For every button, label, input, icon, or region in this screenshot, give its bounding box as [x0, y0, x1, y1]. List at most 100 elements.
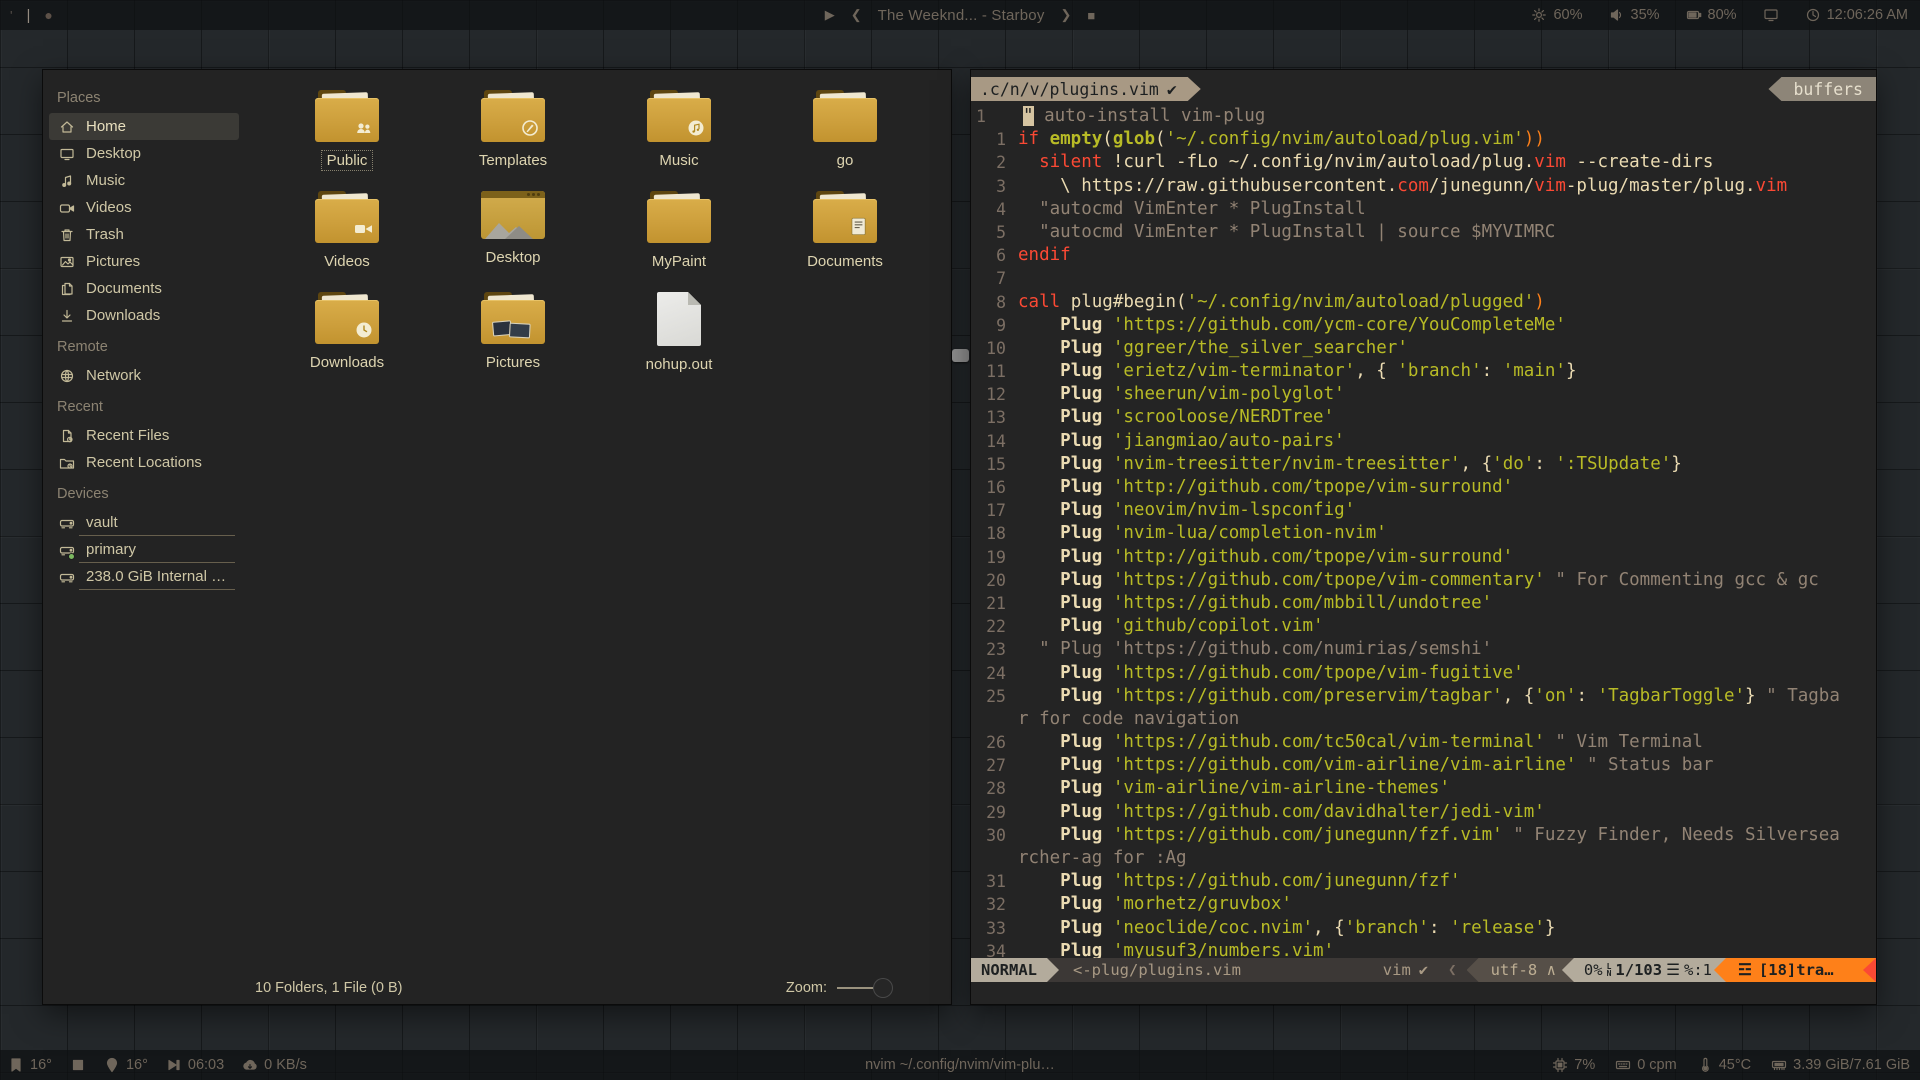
- sidebar-item-vault[interactable]: vault: [49, 509, 239, 536]
- file-label: Desktop: [480, 248, 545, 267]
- file-videos[interactable]: Videos: [267, 191, 427, 292]
- editor-line: rcher-ag for :Ag: [971, 847, 1876, 870]
- whitespace-warning: ☲ [18]tra…: [1714, 958, 1876, 982]
- previous-track-icon[interactable]: ❮: [851, 7, 862, 23]
- file-label: Templates: [474, 151, 552, 170]
- filetype-label: vim: [1383, 961, 1411, 979]
- mountains-icon: [481, 217, 545, 239]
- file-documents[interactable]: Documents: [765, 191, 925, 292]
- file-icon: [657, 292, 701, 346]
- line-number: 23: [971, 638, 1006, 661]
- volume-icon: [1609, 7, 1625, 23]
- sidebar-item-trash[interactable]: Trash: [49, 221, 239, 248]
- editor-line: 17 Plug 'neovim/nvim-lspconfig': [971, 499, 1876, 522]
- line-code: \ https://raw.githubusercontent.com/june…: [1006, 175, 1787, 198]
- stop-icon[interactable]: ■: [1087, 8, 1095, 23]
- sidebar-item-238-0-gib-internal-dr[interactable]: 238.0 GiB Internal Dr…: [49, 563, 239, 590]
- sidebar-item-label: Documents: [86, 280, 162, 297]
- line-number: 6: [971, 244, 1006, 267]
- music-icon: [59, 173, 75, 189]
- line-code: Plug 'myusuf3/numbers.vim': [1006, 940, 1334, 958]
- buffers-tab[interactable]: buffers: [1768, 77, 1876, 101]
- typing-speed-value: 0 cpm: [1637, 1057, 1677, 1073]
- ram-icon: [1771, 1057, 1787, 1073]
- line-number: 33: [971, 917, 1006, 940]
- sidebar-item-music[interactable]: Music: [49, 167, 239, 194]
- folder-icon: [813, 191, 877, 243]
- editor-line: 22 Plug 'github/copilot.vim': [971, 615, 1876, 638]
- sidebar-item-primary[interactable]: primary: [49, 536, 239, 563]
- next-track-icon[interactable]: ❯: [1061, 7, 1072, 23]
- sidebar-item-downloads[interactable]: Downloads: [49, 302, 239, 329]
- battery-value: 80%: [1708, 7, 1737, 23]
- brightness-module: 60%: [1531, 7, 1582, 23]
- line-code: Plug 'https://github.com/davidhalter/jed…: [1006, 801, 1545, 824]
- desktop: ' | ● ▶ ❮ The Weeknd... - Starboy ❯ ■ 60…: [0, 0, 1920, 1080]
- editor-line: 29 Plug 'https://github.com/davidhalter/…: [971, 801, 1876, 824]
- file-downloads[interactable]: Downloads: [267, 292, 427, 393]
- file-templates[interactable]: Templates: [433, 90, 593, 191]
- maxline-icon: LN: [1607, 963, 1612, 977]
- workspace-indicators[interactable]: ' | ●: [0, 7, 230, 24]
- filetype-flag-icon: ✔: [1419, 961, 1428, 979]
- file-nohup-out[interactable]: nohup.out: [599, 292, 759, 393]
- sidebar-item-label: vault: [86, 514, 118, 531]
- network-icon: [59, 368, 75, 384]
- editor-buffer[interactable]: 1" auto-install vim-plug1if empty(glob('…: [971, 101, 1876, 958]
- line-code: " auto-install vim-plug: [1011, 105, 1265, 128]
- line-number: 34: [971, 940, 1006, 958]
- window-resize-handle[interactable]: [952, 349, 969, 362]
- line-number: 3: [971, 175, 1006, 198]
- sidebar-item-documents[interactable]: Documents: [49, 275, 239, 302]
- file-pictures[interactable]: Pictures: [433, 292, 593, 393]
- folder-icon: [481, 292, 545, 344]
- stop-icon: [70, 1057, 86, 1073]
- sidebar-item-network[interactable]: Network: [49, 362, 239, 389]
- line-number: 26: [971, 731, 1006, 754]
- line-number: 7: [971, 267, 1006, 290]
- editor-line: 26 Plug 'https://github.com/tc50cal/vim-…: [971, 731, 1876, 754]
- file-desktop[interactable]: Desktop: [433, 191, 593, 292]
- sidebar-item-label: Downloads: [86, 307, 160, 324]
- sidebar-item-recent-files[interactable]: Recent Files: [49, 422, 239, 449]
- sidebar-item-label: primary: [86, 541, 136, 558]
- battery-icon: [1686, 7, 1702, 23]
- statusline-encoding: utf-8 ∧: [1467, 958, 1574, 982]
- line-code: Plug 'https://github.com/tpope/vim-fugit…: [1006, 662, 1524, 685]
- downloads-icon: [59, 308, 75, 324]
- file-manager-window: PlacesHomeDesktopMusicVideosTrashPicture…: [43, 70, 951, 1004]
- sidebar-item-recent-locations[interactable]: Recent Locations: [49, 449, 239, 476]
- sidebar-item-pictures[interactable]: Pictures: [49, 248, 239, 275]
- sidebar-item-home[interactable]: Home: [49, 113, 239, 140]
- line-number: 8: [971, 291, 1006, 314]
- editor-line: 27 Plug 'https://github.com/vim-airline/…: [971, 754, 1876, 777]
- fm-file-grid[interactable]: Public Templates Musicgo Videos Desktop MyPai…: [245, 70, 951, 972]
- file-label: Pictures: [481, 353, 545, 372]
- workspace-active-indicator: |: [26, 7, 30, 24]
- line-code: [1006, 267, 1018, 290]
- location-module: 16°: [104, 1057, 148, 1073]
- file-mypaint[interactable]: MyPaint: [599, 191, 759, 292]
- keyboard-icon: [1615, 1057, 1631, 1073]
- file-public[interactable]: Public: [267, 90, 427, 191]
- sidebar-item-videos[interactable]: Videos: [49, 194, 239, 221]
- file-label: Documents: [802, 252, 888, 271]
- cursor-line-of-total: 1/103: [1615, 961, 1662, 979]
- zoom-slider-track[interactable]: [837, 987, 873, 989]
- fm-item-count: 10 Folders, 1 File (0 B): [255, 980, 402, 996]
- sidebar-item-desktop[interactable]: Desktop: [49, 140, 239, 167]
- folder-icon: [315, 191, 379, 243]
- line-number: [971, 708, 1006, 731]
- file-music[interactable]: Music: [599, 90, 759, 191]
- gear-icon: [1531, 7, 1547, 23]
- line-code: Plug 'morhetz/gruvbox': [1006, 893, 1292, 916]
- line-number: 19: [971, 546, 1006, 569]
- video-emblem-icon: [354, 219, 374, 239]
- editor-line: 4 "autocmd VimEnter * PlugInstall: [971, 198, 1876, 221]
- tab-plugins-vim[interactable]: .c/n/v/plugins.vim ✔: [971, 77, 1201, 101]
- file-go[interactable]: go: [765, 90, 925, 191]
- play-icon[interactable]: ▶: [825, 7, 835, 23]
- line-code: " Plug 'https://github.com/numirias/sems…: [1006, 638, 1492, 661]
- sidebar-section-recent: Recent: [57, 399, 241, 415]
- zoom-slider-knob[interactable]: [873, 978, 893, 998]
